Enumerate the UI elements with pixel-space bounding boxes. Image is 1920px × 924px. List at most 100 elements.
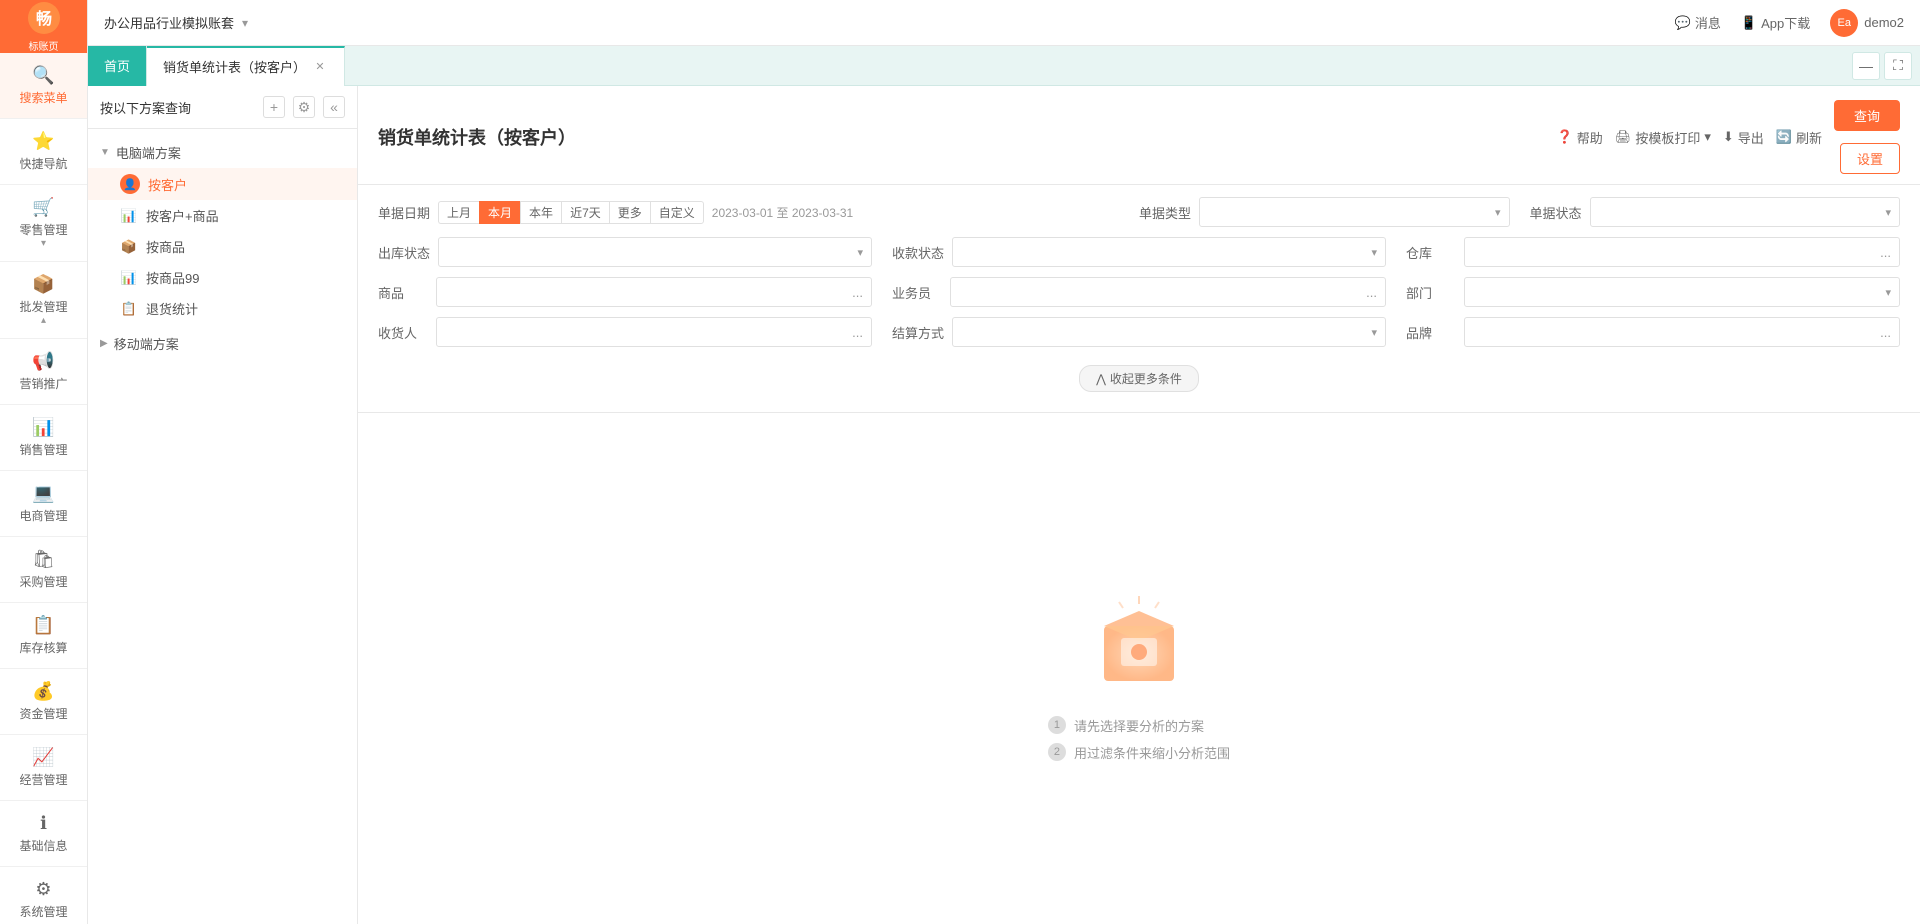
collapse-up-icon: ⋀ <box>1096 372 1106 386</box>
sidebar-item-retail[interactable]: 🛒 零售管理 ▾ <box>0 185 88 262</box>
system-icon: ⚙ <box>35 879 51 900</box>
add-scheme-btn[interactable]: + <box>263 96 285 118</box>
tree-group-mobile-label: 移动端方案 <box>114 334 179 353</box>
filter-receiver: 收货人 ... <box>378 317 872 347</box>
filter-area: 单据日期 上月 本月 本年 近7天 更多 自定义 2023-03-01 至 20… <box>358 185 1920 413</box>
out-control[interactable]: ▾ <box>438 237 872 267</box>
tree-item-by-customer-product[interactable]: 📊 按客户+商品 <box>88 200 357 231</box>
date-tab-custom[interactable]: 自定义 <box>650 201 704 224</box>
receiver-control[interactable]: ... <box>436 317 872 347</box>
tab-minimize-btn[interactable]: — <box>1852 52 1880 80</box>
status-control[interactable]: ▾ <box>1590 197 1900 227</box>
brand-ellipsis[interactable]: ... <box>1880 325 1891 340</box>
sales-icon: 📊 <box>32 417 54 438</box>
collapse-icon: ▶ <box>100 338 108 349</box>
tab-maximize-btn[interactable]: ⛶ <box>1884 52 1912 80</box>
type-control[interactable]: ▾ <box>1199 197 1509 227</box>
filter-product: 商品 ... <box>378 277 872 307</box>
tab-home[interactable]: 首页 <box>88 46 147 86</box>
tree-group-mobile-header[interactable]: ▶ 移动端方案 <box>88 328 357 359</box>
app-download-btn[interactable]: 📱 App下载 <box>1741 13 1810 32</box>
user-profile-btn[interactable]: Ea demo2 <box>1830 9 1904 37</box>
logo-icon: 畅 <box>26 0 62 36</box>
tree-item-return-stats[interactable]: 📋 退货统计 <box>88 293 357 324</box>
sidebar: 畅 标账页 🔍 搜索菜单 ⭐ 快捷导航 🛒 零售管理 ▾ 📦 批发管理 ▴ 📢 … <box>0 0 88 924</box>
right-action-btns: 查询 设置 <box>1834 100 1900 174</box>
brand-control[interactable]: ... <box>1464 317 1900 347</box>
tab-close-icon[interactable]: ✕ <box>312 59 328 75</box>
help-icon: ❓ <box>1557 129 1573 145</box>
sidebar-item-wholesale[interactable]: 📦 批发管理 ▴ <box>0 262 88 339</box>
message-btn[interactable]: 💬 消息 <box>1675 13 1721 32</box>
tab-sales-report[interactable]: 销货单统计表（按客户） ✕ <box>147 46 345 86</box>
empty-tip-1: 1 请先选择要分析的方案 <box>1048 716 1230 735</box>
industry-dropdown[interactable]: ▾ <box>242 16 248 30</box>
right-panel: 销货单统计表（按客户） ❓ 帮助 🖨 按模板打印 ▾ ⬇ 导出 <box>358 86 1920 924</box>
staff-ellipsis[interactable]: ... <box>1366 285 1377 300</box>
product-ellipsis[interactable]: ... <box>852 285 863 300</box>
filter-row-3: 商品 ... 业务员 ... 部门 <box>378 277 1900 307</box>
page-header: 销货单统计表（按客户） ❓ 帮助 🖨 按模板打印 ▾ ⬇ 导出 <box>358 86 1920 185</box>
filter-row-2: 出库状态 ▾ 收款状态 ▾ 仓库 <box>378 237 1900 267</box>
sidebar-item-marketing[interactable]: 📢 营销推广 <box>0 339 88 405</box>
header-left: 办公用品行业模拟账套 ▾ <box>104 13 248 32</box>
template-print-btn[interactable]: 🖨 按模板打印 ▾ <box>1615 128 1711 147</box>
dept-control[interactable]: ▾ <box>1464 277 1900 307</box>
sidebar-item-ecommerce[interactable]: 💻 电商管理 <box>0 471 88 537</box>
tree-item-by-product-99[interactable]: 📊 按商品99 <box>88 262 357 293</box>
collapse-panel-btn[interactable]: « <box>323 96 345 118</box>
warehouse-ellipsis[interactable]: ... <box>1880 245 1891 260</box>
print-icon: 🖨 <box>1615 129 1632 145</box>
refresh-btn[interactable]: 🔄 刷新 <box>1776 128 1822 147</box>
receiver-ellipsis[interactable]: ... <box>852 325 863 340</box>
inventory-icon: 📋 <box>32 615 54 636</box>
date-tab-7days[interactable]: 近7天 <box>561 201 609 224</box>
marketing-icon: 📢 <box>32 351 54 372</box>
left-panel-title: 按以下方案查询 <box>100 98 191 117</box>
sidebar-item-sales[interactable]: 📊 销售管理 <box>0 405 88 471</box>
query-button[interactable]: 查询 <box>1834 100 1900 131</box>
tree-group-mobile: ▶ 移动端方案 <box>88 328 357 359</box>
sidebar-logo: 畅 标账页 <box>0 0 88 53</box>
sidebar-item-operation[interactable]: 📈 经营管理 <box>0 735 88 801</box>
sidebar-item-system[interactable]: ⚙ 系统管理 <box>0 867 88 924</box>
settle-control[interactable]: ▾ <box>952 317 1386 347</box>
operation-icon: 📈 <box>32 747 54 768</box>
empty-tip-2: 2 用过滤条件来缩小分析范围 <box>1048 743 1230 762</box>
page-title: 销货单统计表（按客户） <box>378 124 576 150</box>
out-label: 出库状态 <box>378 243 430 262</box>
tree-item-by-customer[interactable]: 👤 按客户 <box>88 168 357 200</box>
sidebar-item-inventory[interactable]: 📋 库存核算 <box>0 603 88 669</box>
date-tab-this-year[interactable]: 本年 <box>520 201 561 224</box>
tree-item-by-product[interactable]: 📦 按商品 <box>88 231 357 262</box>
product-control[interactable]: ... <box>436 277 872 307</box>
warehouse-label: 仓库 <box>1406 243 1456 262</box>
chart2-icon: 📊 <box>120 269 138 287</box>
filter-status: 单据状态 ▾ <box>1530 197 1901 227</box>
staff-control[interactable]: ... <box>950 277 1386 307</box>
tip-num-2: 2 <box>1048 743 1066 761</box>
sidebar-item-search[interactable]: 🔍 搜索菜单 <box>0 53 88 119</box>
settings-scheme-btn[interactable]: ⚙ <box>293 96 315 118</box>
settings-button[interactable]: 设置 <box>1840 143 1900 174</box>
filter-out-status: 出库状态 ▾ <box>378 237 872 267</box>
industry-name: 办公用品行业模拟账套 <box>104 13 234 32</box>
status-label: 单据状态 <box>1530 203 1582 222</box>
filter-row-1: 单据日期 上月 本月 本年 近7天 更多 自定义 2023-03-01 至 20… <box>378 197 1900 227</box>
sidebar-item-basic[interactable]: ℹ 基础信息 <box>0 801 88 867</box>
tree-group-desktop-header[interactable]: ▼ 电脑端方案 <box>88 137 357 168</box>
dept-dropdown-icon: ▾ <box>1885 286 1891 299</box>
refresh-icon: 🔄 <box>1776 129 1792 145</box>
warehouse-control[interactable]: ... <box>1464 237 1900 267</box>
filter-dept: 部门 ▾ <box>1406 277 1900 307</box>
sidebar-item-shortcut[interactable]: ⭐ 快捷导航 <box>0 119 88 185</box>
date-tab-prev-month[interactable]: 上月 <box>438 201 479 224</box>
payment-control[interactable]: ▾ <box>952 237 1386 267</box>
collapse-btn[interactable]: ⋀ 收起更多条件 <box>1079 365 1199 392</box>
sidebar-item-purchase[interactable]: 🛍 采购管理 <box>0 537 88 603</box>
export-btn[interactable]: ⬇ 导出 <box>1723 128 1764 147</box>
help-btn[interactable]: ❓ 帮助 <box>1557 128 1603 147</box>
sidebar-item-finance[interactable]: 💰 资金管理 <box>0 669 88 735</box>
date-tab-more[interactable]: 更多 <box>609 201 650 224</box>
date-tab-this-month[interactable]: 本月 <box>479 201 520 224</box>
